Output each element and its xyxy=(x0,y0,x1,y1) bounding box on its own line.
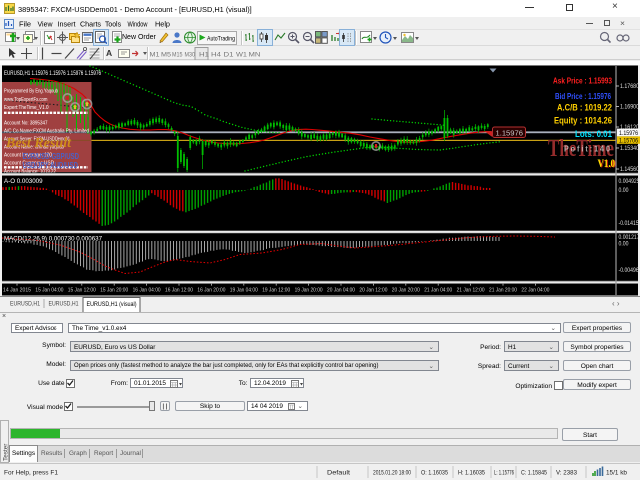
svg-text:V1.0: V1.0 xyxy=(598,156,616,170)
svg-text:19 Jan 04:00: 19 Jan 04:00 xyxy=(230,288,258,294)
svg-text:For Help, press F1: For Help, press F1 xyxy=(4,470,58,477)
svg-text:EURUSD,H1 (visual): EURUSD,H1 (visual) xyxy=(87,301,137,308)
svg-text:0.004925: 0.004925 xyxy=(619,178,640,185)
svg-text:D1: D1 xyxy=(224,52,234,59)
svg-text:1.17680: 1.17680 xyxy=(620,83,639,90)
svg-text:15 Jan 20:00: 15 Jan 20:00 xyxy=(100,288,128,294)
svg-text:21 Jan 04:00: 21 Jan 04:00 xyxy=(424,288,452,294)
svg-text:Tools: Tools xyxy=(105,20,121,29)
svg-text:1.15706: 1.15706 xyxy=(619,137,638,144)
svg-text:1.14560: 1.14560 xyxy=(620,166,639,173)
svg-text:Charts: Charts xyxy=(80,20,101,29)
svg-text:C: 1.15845: C: 1.15845 xyxy=(521,470,547,477)
svg-text:P o f i t : 1 4 0: P o f i t : 1 4 0 xyxy=(564,144,610,153)
svg-text:Best Result: Best Result xyxy=(5,135,72,150)
svg-text:EURUSD,H1 1.15976 1.15976 1.1: EURUSD,H1 1.15976 1.15976 1.15976 1.1597… xyxy=(4,70,101,77)
svg-text:AutoTrading: AutoTrading xyxy=(207,35,235,42)
svg-text:Equity : 1014.26: Equity : 1014.26 xyxy=(554,116,612,126)
svg-text:15 Jan 04:00: 15 Jan 04:00 xyxy=(35,288,63,294)
svg-text:20 Jan 04:00: 20 Jan 04:00 xyxy=(327,288,355,294)
svg-text:W1: W1 xyxy=(236,52,247,59)
svg-text:EURUSD,H1: EURUSD,H1 xyxy=(10,301,40,308)
svg-text:16 Jan 12:00: 16 Jan 12:00 xyxy=(165,288,193,294)
svg-text:H: 1.16035: H: 1.16035 xyxy=(458,470,485,477)
svg-text:Window: Window xyxy=(128,20,149,29)
svg-text:A-O 0.003009: A-O 0.003009 xyxy=(4,178,43,185)
svg-text:Insert: Insert xyxy=(58,20,76,29)
svg-text:M15: M15 xyxy=(172,52,183,59)
svg-text:19 Jan 12:00: 19 Jan 12:00 xyxy=(262,288,290,294)
svg-text:Ask Price : 1.15993: Ask Price : 1.15993 xyxy=(553,76,612,86)
svg-text:M5: M5 xyxy=(161,52,171,59)
svg-text:www.TopExpertFx.com: www.TopExpertFx.com xyxy=(3,97,47,103)
svg-text:21 Jan 20:00: 21 Jan 20:00 xyxy=(489,288,517,294)
svg-text:File: File xyxy=(19,20,31,29)
svg-text:1.16900: 1.16900 xyxy=(620,104,639,111)
svg-text:Tester: Tester xyxy=(3,443,10,461)
svg-text:1.15340: 1.15340 xyxy=(620,145,639,152)
svg-text:Bid Price : 1.15976: Bid Price : 1.15976 xyxy=(555,91,611,101)
svg-text:16 Jan 20:00: 16 Jan 20:00 xyxy=(197,288,225,294)
svg-text:14 Jan 2015: 14 Jan 2015 xyxy=(3,288,31,294)
svg-text:15 Jan 12:00: 15 Jan 12:00 xyxy=(68,288,96,294)
svg-text:Default: Default xyxy=(327,470,350,477)
svg-text:1.15976: 1.15976 xyxy=(496,128,523,137)
svg-text:2015.01.20 18:00: 2015.01.20 18:00 xyxy=(373,470,411,477)
svg-text:0.00: 0.00 xyxy=(619,187,629,194)
svg-text:MN: MN xyxy=(249,52,261,59)
svg-text:M30: M30 xyxy=(185,52,196,59)
svg-text:Help: Help xyxy=(155,20,170,29)
svg-text:O: 1.16035: O: 1.16035 xyxy=(421,470,448,477)
svg-text:20 Jan 12:00: 20 Jan 12:00 xyxy=(359,288,387,294)
svg-text:1.15976: 1.15976 xyxy=(619,130,638,137)
svg-text:20 Jan 20:00: 20 Jan 20:00 xyxy=(392,288,420,294)
svg-text:Account No: 3895347: Account No: 3895347 xyxy=(4,120,48,126)
svg-text:H4: H4 xyxy=(211,52,221,59)
svg-text:MACD(12,26,9) 0.000730 0.00063: MACD(12,26,9) 0.000730 0.000637 xyxy=(4,236,103,243)
svg-text:L: 1.15776: L: 1.15776 xyxy=(494,470,514,477)
svg-text:USD/JPY AUD/USD: USD/JPY AUD/USD xyxy=(23,161,79,170)
svg-text:M1: M1 xyxy=(150,52,160,59)
svg-text:H1: H1 xyxy=(199,52,209,59)
svg-text:A.C/B : 1019.22: A.C/B : 1019.22 xyxy=(557,103,612,113)
svg-text:-0.004967: -0.004967 xyxy=(619,267,640,274)
svg-text:22 Jan 04:00: 22 Jan 04:00 xyxy=(521,288,549,294)
svg-text:Expert:TheTime_V1.0: Expert:TheTime_V1.0 xyxy=(4,105,49,111)
svg-text:‹ ›: ‹ › xyxy=(612,299,620,308)
svg-text:A/C Co.Name:FXCM Australia Pty: A/C Co.Name:FXCM Australia Pty. Limited xyxy=(4,128,89,134)
svg-text:0.00: 0.00 xyxy=(619,241,629,248)
svg-text:-0.014157: -0.014157 xyxy=(619,220,640,227)
svg-text:Programmed By Eng.Yaqoub: Programmed By Eng.Yaqoub xyxy=(4,89,58,95)
svg-text:V: 2383: V: 2383 xyxy=(556,470,577,477)
svg-text:21 Jan 12:00: 21 Jan 12:00 xyxy=(457,288,485,294)
svg-text:View: View xyxy=(38,20,54,29)
svg-text:19 Jan 20:00: 19 Jan 20:00 xyxy=(295,288,323,294)
svg-text:16 Jan 04:00: 16 Jan 04:00 xyxy=(133,288,161,294)
svg-text:15/1 kb: 15/1 kb xyxy=(606,470,627,477)
svg-text:EURUSD,H1: EURUSD,H1 xyxy=(49,301,79,308)
svg-text:EUR/USD-GBP/USD: EUR/USD-GBP/USD xyxy=(23,152,80,161)
